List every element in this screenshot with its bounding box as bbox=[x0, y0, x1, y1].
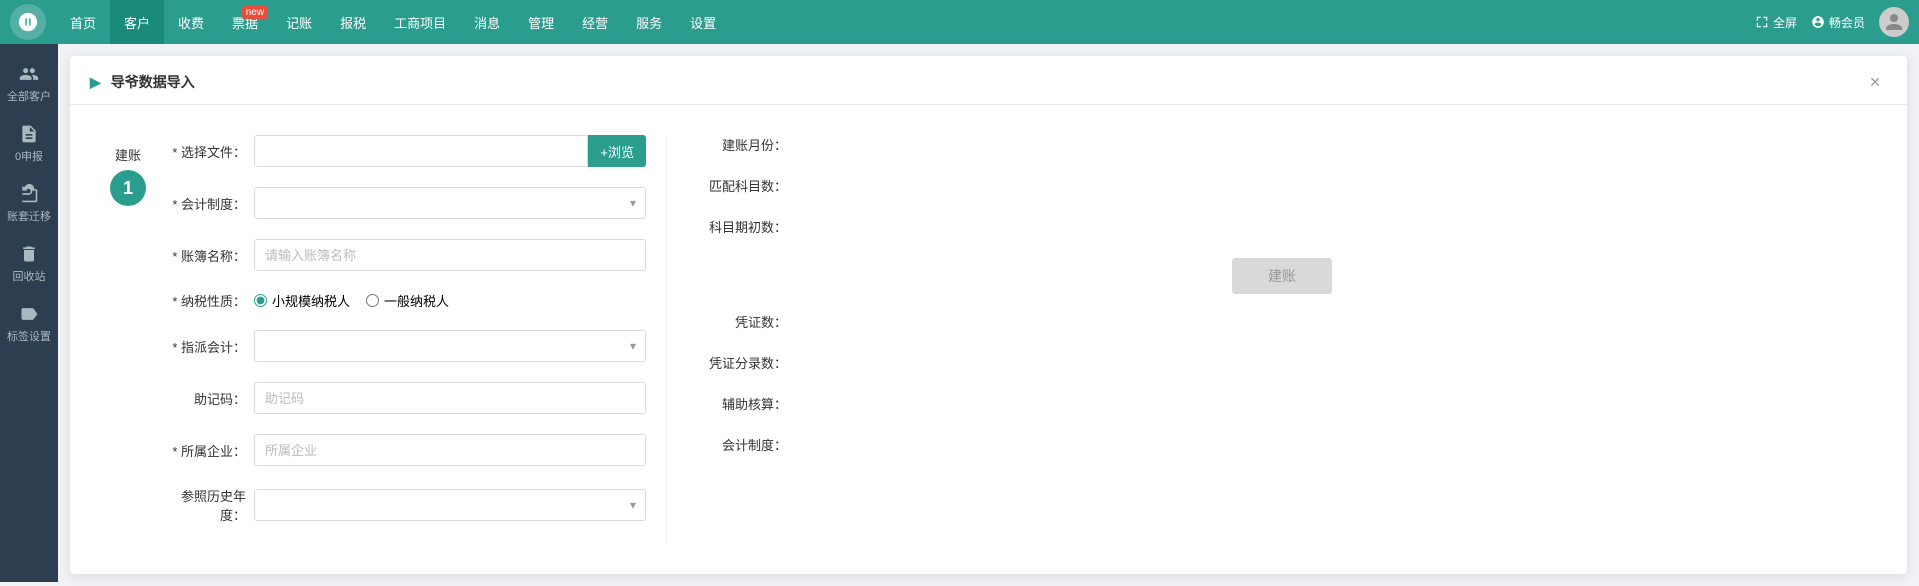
import-icon: ▶ bbox=[90, 74, 101, 91]
tax-small-radio[interactable]: 小规模纳税人 bbox=[254, 291, 350, 310]
step-section: 建账 1 bbox=[110, 135, 146, 544]
main-content: ▶ 导爷数据导入 × 建账 1 * 选择文件： +浏览 bbox=[58, 44, 1919, 586]
info-period-row: 科目期初数： bbox=[697, 217, 1867, 236]
member-button[interactable]: 畅会员 bbox=[1811, 14, 1865, 31]
nav-tax[interactable]: 报税 bbox=[326, 0, 380, 44]
sidebar-item-tag-settings[interactable]: 标签设置 bbox=[0, 294, 58, 354]
info-match-row: 匹配科目数： bbox=[697, 176, 1867, 195]
nav-bookkeeping[interactable]: 记账 bbox=[272, 0, 326, 44]
nav-message[interactable]: 消息 bbox=[460, 0, 514, 44]
sidebar-item-account-migration[interactable]: 账套迁移 bbox=[0, 174, 58, 234]
info-auxiliary-label: 辅助核算： bbox=[697, 394, 787, 413]
info-voucher-entries-row: 凭证分录数： bbox=[697, 353, 1867, 372]
accounting-label: * 会计制度： bbox=[166, 194, 246, 213]
dialog-header: ▶ 导爷数据导入 × bbox=[70, 56, 1907, 105]
nav-badge-new: new bbox=[242, 6, 268, 19]
tax-general-radio[interactable]: 一般纳税人 bbox=[366, 291, 449, 310]
build-btn-wrap: 建账 bbox=[697, 258, 1867, 294]
close-button[interactable]: × bbox=[1863, 70, 1887, 94]
history-select[interactable] bbox=[254, 489, 646, 521]
user-avatar[interactable] bbox=[1879, 7, 1909, 37]
sidebar-item-zero-report[interactable]: 0申报 bbox=[0, 114, 58, 174]
browse-button[interactable]: +浏览 bbox=[588, 135, 646, 167]
accounting-select-wrap bbox=[254, 187, 646, 219]
step-circle: 1 bbox=[110, 170, 146, 206]
tax-label: * 纳税性质： bbox=[166, 291, 246, 310]
accountant-select[interactable] bbox=[254, 330, 646, 362]
file-label: * 选择文件： bbox=[166, 142, 246, 161]
app-logo[interactable] bbox=[10, 4, 46, 40]
file-input-wrap: +浏览 bbox=[254, 135, 646, 167]
dialog: ▶ 导爷数据导入 × 建账 1 * 选择文件： +浏览 bbox=[70, 56, 1907, 574]
file-input[interactable] bbox=[254, 135, 588, 167]
tax-row: * 纳税性质： 小规模纳税人 一般纳税人 bbox=[166, 291, 646, 310]
company-row: * 所属企业： bbox=[166, 434, 646, 466]
sidebar-item-recycle[interactable]: 回收站 bbox=[0, 234, 58, 294]
form-section: * 选择文件： +浏览 * 会计制度： bbox=[166, 135, 646, 544]
ledger-input[interactable] bbox=[254, 239, 646, 271]
nav-service[interactable]: 服务 bbox=[622, 0, 676, 44]
info-accounting-row: 会计制度： bbox=[697, 435, 1867, 454]
sidebar-item-all-clients[interactable]: 全部客户 bbox=[0, 54, 58, 114]
sidebar: 全部客户 0申报 账套迁移 回收站 标签设置 bbox=[0, 44, 58, 582]
nav-items: 首页 客户 收费 票据 new 记账 报税 工商项目 消息 管理 经营 服务 设… bbox=[56, 0, 1755, 44]
nav-home[interactable]: 首页 bbox=[56, 0, 110, 44]
info-accounting-label: 会计制度： bbox=[697, 435, 787, 454]
info-match-label: 匹配科目数： bbox=[697, 176, 787, 195]
nav-settings[interactable]: 设置 bbox=[676, 0, 730, 44]
memo-row: 助记码： bbox=[166, 382, 646, 414]
info-month-row: 建账月份： bbox=[697, 135, 1867, 154]
accountant-label: * 指派会计： bbox=[166, 337, 246, 356]
step-label: 建账 bbox=[115, 145, 141, 164]
info-month-label: 建账月份： bbox=[697, 135, 787, 154]
history-select-wrap bbox=[254, 489, 646, 521]
memo-input[interactable] bbox=[254, 382, 646, 414]
accounting-select[interactable] bbox=[254, 187, 646, 219]
ledger-row: * 账簿名称： bbox=[166, 239, 646, 271]
nav-operation[interactable]: 经营 bbox=[568, 0, 622, 44]
fullscreen-button[interactable]: 全屏 bbox=[1755, 14, 1797, 31]
accountant-select-wrap bbox=[254, 330, 646, 362]
memo-label: 助记码： bbox=[166, 389, 246, 408]
history-label: 参照历史年度： bbox=[166, 486, 246, 524]
info-voucher-label: 凭证数： bbox=[697, 312, 787, 331]
nav-invoice[interactable]: 票据 new bbox=[218, 0, 272, 44]
info-section: 建账月份： 匹配科目数： 科目期初数： 建账 凭证数： bbox=[666, 135, 1867, 544]
info-auxiliary-row: 辅助核算： bbox=[697, 394, 1867, 413]
ledger-label: * 账簿名称： bbox=[166, 246, 246, 265]
nav-client[interactable]: 客户 bbox=[110, 0, 164, 44]
info-period-label: 科目期初数： bbox=[697, 217, 787, 236]
company-label: * 所属企业： bbox=[166, 441, 246, 460]
build-button[interactable]: 建账 bbox=[1232, 258, 1332, 294]
info-voucher-entries-label: 凭证分录数： bbox=[697, 353, 787, 372]
history-row: 参照历史年度： bbox=[166, 486, 646, 524]
nav-fee[interactable]: 收费 bbox=[164, 0, 218, 44]
accounting-row: * 会计制度： bbox=[166, 187, 646, 219]
nav-manage[interactable]: 管理 bbox=[514, 0, 568, 44]
tax-radio-group: 小规模纳税人 一般纳税人 bbox=[254, 291, 449, 310]
nav-right: 全屏 畅会员 bbox=[1755, 7, 1909, 37]
nav-industry[interactable]: 工商项目 bbox=[380, 0, 460, 44]
company-input[interactable] bbox=[254, 434, 646, 466]
dialog-title: ▶ 导爷数据导入 bbox=[90, 72, 195, 92]
top-nav: 首页 客户 收费 票据 new 记账 报税 工商项目 消息 管理 经营 服务 设… bbox=[0, 0, 1919, 44]
file-row: * 选择文件： +浏览 bbox=[166, 135, 646, 167]
dialog-body: 建账 1 * 选择文件： +浏览 * 会计制度： bbox=[70, 105, 1907, 574]
info-voucher-row: 凭证数： bbox=[697, 312, 1867, 331]
accountant-row: * 指派会计： bbox=[166, 330, 646, 362]
